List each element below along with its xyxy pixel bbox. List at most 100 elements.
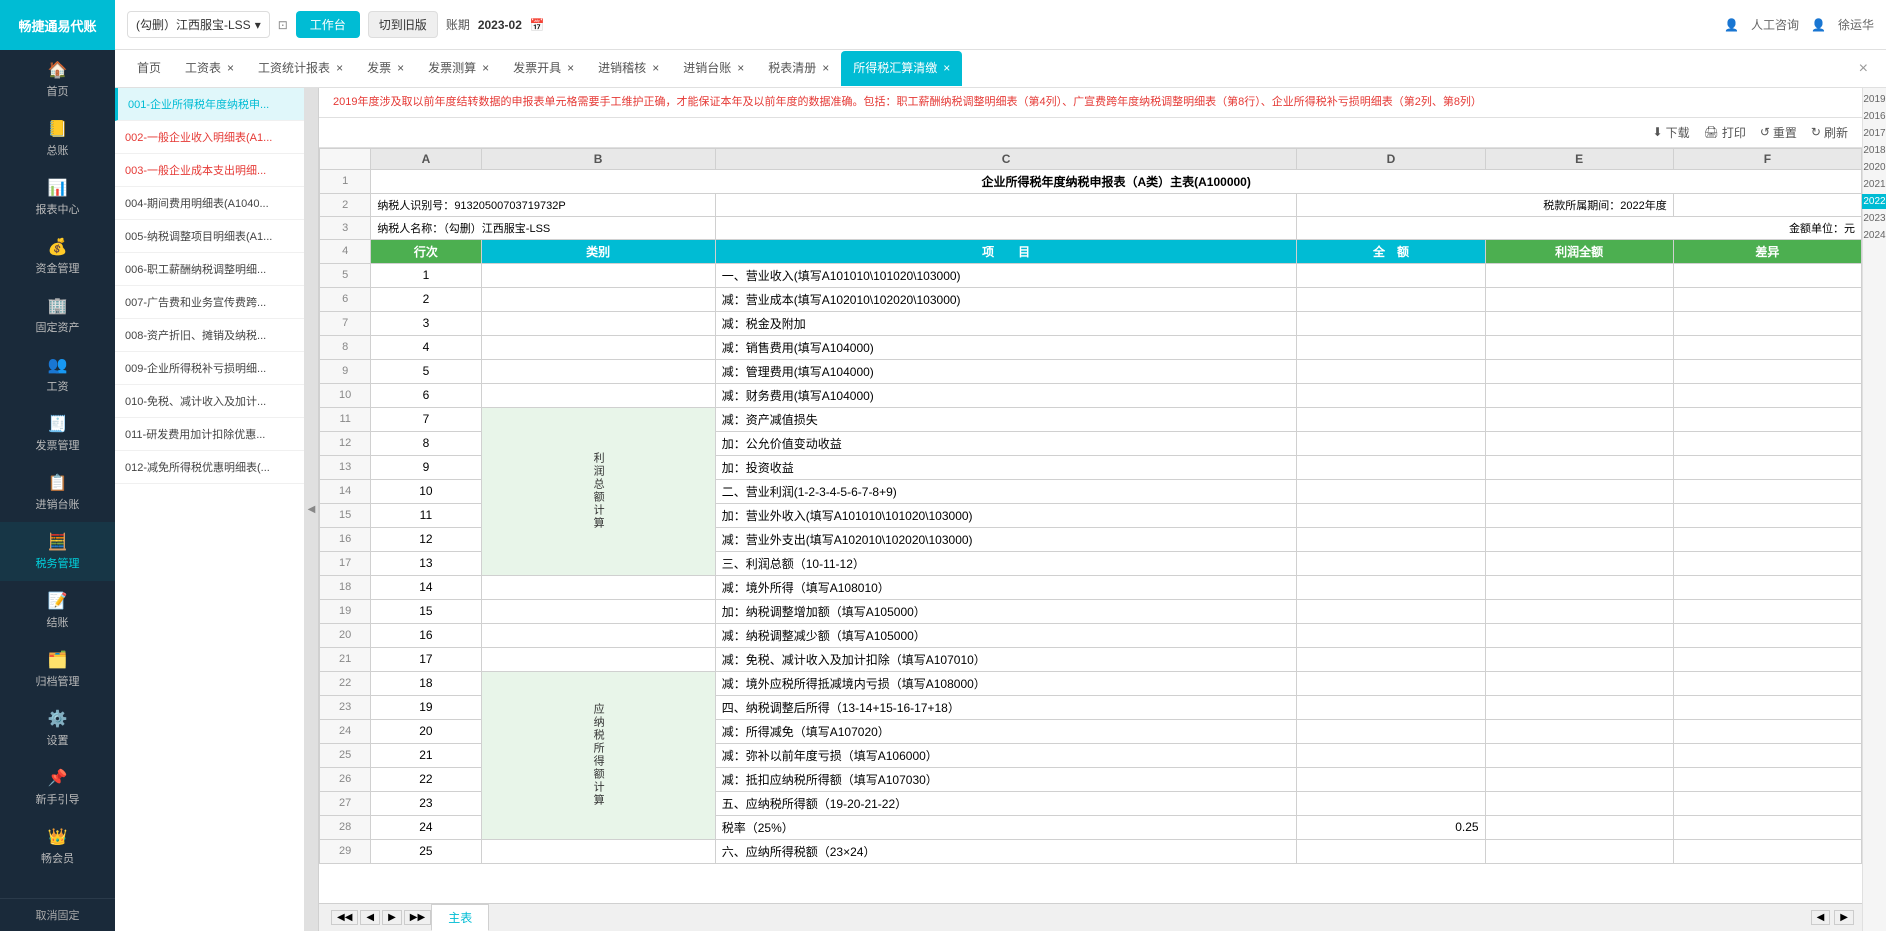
table-row: 21 17 减：免税、减计收入及加计扣除（填写A107010）	[320, 647, 1862, 671]
timeline-2016[interactable]: 2016	[1863, 109, 1885, 124]
table-row: 22 18 应纳税所得额计算 减：境外应税所得抵减境内亏损（填写A108000）	[320, 671, 1862, 695]
timeline-2020[interactable]: 2020	[1863, 160, 1885, 175]
company-name-label: 纳税人名称：（勾删）江西服宝-LSS	[371, 216, 715, 239]
table-row: 7 3 减：税金及附加	[320, 311, 1862, 335]
sidebar-item-assets[interactable]: 🏢 固定资产	[0, 286, 115, 345]
tab-invoice[interactable]: 发票 ×	[355, 51, 416, 86]
tab-invoice-calc-close[interactable]: ×	[482, 61, 489, 75]
bottom-scroll-left[interactable]: ◀	[1811, 910, 1831, 925]
tab-payroll-stats[interactable]: 工资统计报表 ×	[246, 51, 355, 86]
sidebar-item-payroll[interactable]: 👥 工资	[0, 345, 115, 404]
reset-button[interactable]: ↺ 重置	[1760, 124, 1797, 141]
sidebar: 畅捷通易代账 🏠 首页 📒 总账 📊 报表中心 💰 资金管理 🏢 固定资产 👥 …	[0, 0, 115, 931]
sidebar-item-ledger[interactable]: 📒 总账	[0, 109, 115, 168]
timeline-2021[interactable]: 2021	[1863, 177, 1885, 192]
tab-sales-ledger[interactable]: 进销台账 ×	[671, 51, 756, 86]
sidebar-item-label: 畅会员	[41, 850, 74, 866]
tab-sales-check[interactable]: 进销稽核 ×	[586, 51, 671, 86]
sidebar-item-settings[interactable]: ⚙️ 设置	[0, 699, 115, 758]
bottom-tab-bar: ◀◀ ◀ ▶ ▶▶ 主表 ◀ ▶	[319, 903, 1862, 931]
sheet-title-cell: 企业所得税年度纳税申报表（A类）主表(A100000)	[371, 169, 1862, 193]
left-panel-item-011[interactable]: 011-研发费用加计扣除优惠...	[115, 418, 304, 451]
tab-tax-list-close[interactable]: ×	[822, 61, 829, 75]
sheet-scroll-right[interactable]: ▶▶	[404, 910, 431, 925]
sidebar-item-label: 结账	[47, 614, 69, 630]
left-panel-item-003[interactable]: 003-一般企业成本支出明细...	[115, 154, 304, 187]
sheet-scroll-next[interactable]: ▶	[382, 910, 402, 925]
tab-invoice-close[interactable]: ×	[397, 61, 404, 75]
period-toggle-button[interactable]: 切到旧版	[368, 11, 438, 38]
timeline-2019[interactable]: 2019	[1863, 92, 1885, 107]
tab-payroll[interactable]: 工资表 ×	[173, 51, 246, 86]
bottom-tab-main[interactable]: 主表	[431, 904, 489, 931]
tab-invoice-calc[interactable]: 发票测算 ×	[416, 51, 501, 86]
left-panel-item-010[interactable]: 010-免税、减计收入及加计...	[115, 385, 304, 418]
tab-income-tax-close[interactable]: ×	[943, 61, 950, 75]
sidebar-item-label: 总账	[47, 142, 69, 158]
tab-invoice-issue-close[interactable]: ×	[567, 61, 574, 75]
sidebar-item-label: 税务管理	[36, 555, 80, 571]
tab-payroll-stats-close[interactable]: ×	[336, 61, 343, 75]
left-panel-item-001[interactable]: 001-企业所得税年度纳税申...	[115, 88, 304, 121]
tab-invoice-issue[interactable]: 发票开具 ×	[501, 51, 586, 86]
col-header-leibie: 类别	[481, 239, 715, 263]
tab-income-tax[interactable]: 所得税汇算清缴 ×	[841, 51, 962, 86]
workbench-button[interactable]: 工作台	[296, 11, 360, 38]
sidebar-item-guide[interactable]: 📌 新手引导	[0, 758, 115, 817]
tab-tax-list[interactable]: 税表清册 ×	[756, 51, 841, 86]
timeline-2022[interactable]: 2022	[1859, 194, 1886, 209]
sidebar-item-sales-ledger[interactable]: 📋 进销台账	[0, 463, 115, 522]
sidebar-item-funds[interactable]: 💰 资金管理	[0, 227, 115, 286]
timeline-2017[interactable]: 2017	[1863, 126, 1885, 141]
right-main: 2019年度涉及取以前年度结转数据的申报表单元格需要手工维护正确，才能保证本年及…	[319, 88, 1862, 931]
left-panel-item-008[interactable]: 008-资产折旧、摊销及纳税...	[115, 319, 304, 352]
panel-collapse-button[interactable]: ◀	[305, 88, 319, 931]
tab-home-label: 首页	[137, 59, 161, 76]
close-icon: 📝	[48, 591, 68, 611]
sidebar-item-label: 资金管理	[36, 260, 80, 276]
left-panel-item-007[interactable]: 007-广告费和业务宣传费跨...	[115, 286, 304, 319]
tab-payroll-close[interactable]: ×	[227, 61, 234, 75]
reports-icon: 📊	[48, 178, 68, 198]
copy-icon[interactable]: ⊡	[278, 18, 288, 32]
print-icon: 🖨	[1704, 125, 1719, 139]
company-selector[interactable]: (勾删）江西服宝-LSS ▾	[127, 11, 270, 38]
sheet-scroll-left[interactable]: ◀◀	[331, 910, 358, 925]
sidebar-item-member[interactable]: 👑 畅会员	[0, 817, 115, 876]
col-header-xiangmu: 项 目	[715, 239, 1297, 263]
refresh-button[interactable]: ↻ 刷新	[1811, 124, 1848, 141]
tab-sales-ledger-close[interactable]: ×	[737, 61, 744, 75]
sidebar-item-invoices[interactable]: 🧾 发票管理	[0, 404, 115, 463]
sidebar-item-label: 工资	[47, 378, 69, 394]
tab-bar-close[interactable]: ×	[1851, 60, 1876, 78]
row-num-1: 1	[320, 169, 371, 193]
tab-home[interactable]: 首页	[125, 51, 173, 86]
user-service[interactable]: 人工咨询	[1751, 16, 1799, 33]
timeline-2023[interactable]: 2023	[1863, 211, 1885, 226]
tab-sales-check-close[interactable]: ×	[652, 61, 659, 75]
member-icon: 👑	[48, 827, 68, 847]
tab-invoice-calc-label: 发票测算	[428, 59, 476, 76]
sidebar-item-tax[interactable]: 🧮 税务管理	[0, 522, 115, 581]
sidebar-pin-toggle[interactable]: 取消固定	[0, 898, 115, 931]
bottom-scroll-right[interactable]: ▶	[1834, 910, 1854, 925]
left-panel-item-009[interactable]: 009-企业所得税补亏损明细...	[115, 352, 304, 385]
left-panel-item-006[interactable]: 006-职工薪酬纳税调整明细...	[115, 253, 304, 286]
sidebar-item-reports[interactable]: 📊 报表中心	[0, 168, 115, 227]
table-row: 2 纳税人识别号：91320500703719732P 税款所属期间：2022年…	[320, 193, 1862, 216]
left-panel-item-004[interactable]: 004-期间费用明细表(A1040...	[115, 187, 304, 220]
left-panel-item-012[interactable]: 012-减免所得税优惠明细表(...	[115, 451, 304, 484]
calendar-icon[interactable]: 📅	[530, 18, 545, 32]
spreadsheet-area[interactable]: A B C D E F 1 企业所得税年度纳税申报表（A类）主表(A100000…	[319, 148, 1862, 904]
left-panel-item-005[interactable]: 005-纳税调整项目明细表(A1...	[115, 220, 304, 253]
sheet-scroll-prev[interactable]: ◀	[360, 910, 380, 925]
download-button[interactable]: ⬇ 下载	[1653, 124, 1690, 141]
sidebar-item-archive[interactable]: 🗂️ 归档管理	[0, 640, 115, 699]
timeline-2018[interactable]: 2018	[1863, 143, 1885, 158]
left-panel-item-002[interactable]: 002-一般企业收入明细表(A1...	[115, 121, 304, 154]
sidebar-item-home[interactable]: 🏠 首页	[0, 50, 115, 109]
print-button[interactable]: 🖨 打印	[1704, 124, 1746, 141]
timeline-2024[interactable]: 2024	[1863, 228, 1885, 243]
sidebar-item-close[interactable]: 📝 结账	[0, 581, 115, 640]
table-row: 6 2 减：营业成本(填写A102010\102020\103000)	[320, 287, 1862, 311]
